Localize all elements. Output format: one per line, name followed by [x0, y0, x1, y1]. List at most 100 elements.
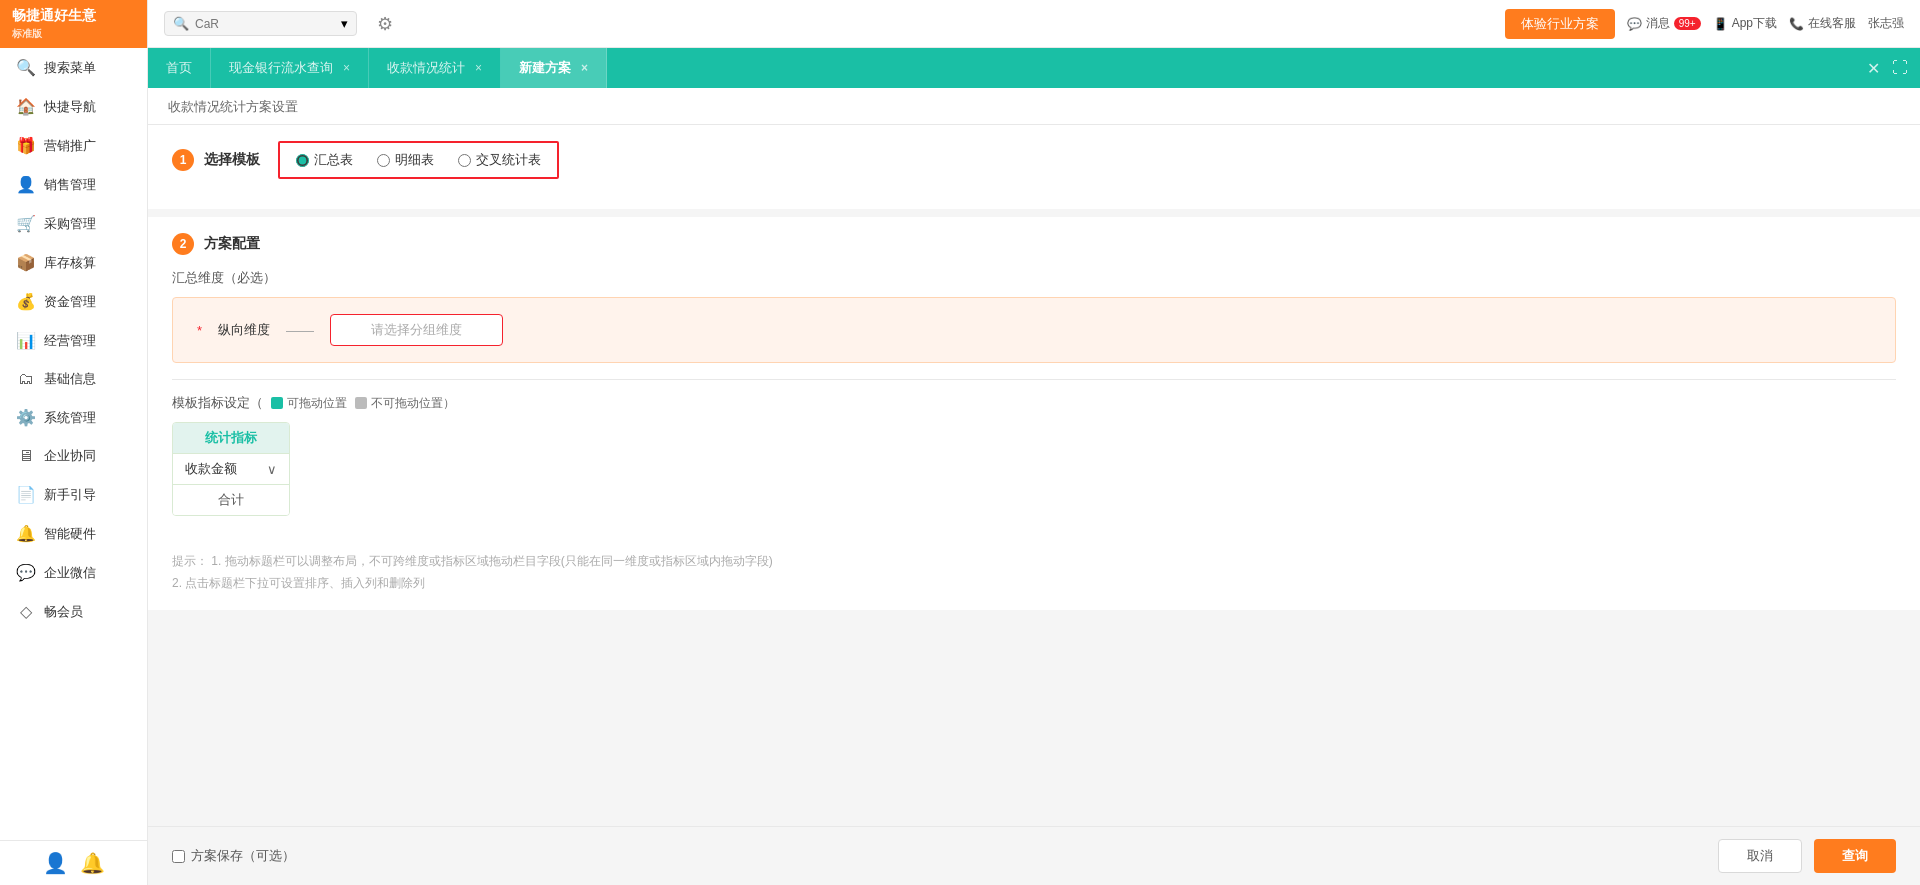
- sidebar-item-marketing[interactable]: 🎁营销推广: [0, 126, 147, 165]
- sidebar-item-operations[interactable]: 📊经营管理: [0, 321, 147, 360]
- user-bottom-icon[interactable]: 👤: [43, 851, 68, 875]
- metrics-dropdown-btn[interactable]: ∨: [267, 462, 277, 477]
- search-icon: 🔍: [16, 58, 36, 77]
- cross-label: 交叉统计表: [476, 151, 541, 169]
- sidebar-item-basic[interactable]: 🗂基础信息: [0, 360, 147, 398]
- metrics-row[interactable]: 收款金额 ∨: [173, 454, 289, 484]
- industry-btn[interactable]: 体验行业方案: [1505, 9, 1615, 39]
- radio-summary[interactable]: [296, 154, 309, 167]
- sidebar-item-quick-nav[interactable]: 🏠快捷导航: [0, 87, 147, 126]
- sidebar-item-purchase[interactable]: 🛒采购管理: [0, 204, 147, 243]
- basic-icon: 🗂: [16, 370, 36, 388]
- fixed-badge: 不可拖动位置）: [355, 395, 455, 412]
- close-window-icon[interactable]: ✕: [1867, 59, 1880, 78]
- message-badge: 99+: [1674, 17, 1701, 30]
- tab-label-home: 首页: [166, 59, 192, 77]
- sidebar-label-marketing: 营销推广: [44, 137, 96, 155]
- tab-close-bank-flow[interactable]: ×: [343, 62, 350, 74]
- sidebar-item-finance[interactable]: 💰 资金管理: [0, 282, 147, 321]
- sidebar-item-wechat[interactable]: 💬 企业微信: [0, 553, 147, 592]
- sidebar-item-member[interactable]: ◇畅会员: [0, 592, 147, 631]
- metrics-total: 合计: [173, 484, 289, 515]
- topbar-search-box[interactable]: 🔍 ▾: [164, 11, 357, 36]
- tab-new-plan[interactable]: 新建方案 ×: [501, 48, 607, 88]
- quick-nav-icon: 🏠: [16, 97, 36, 116]
- inventory-icon: 📦: [16, 253, 36, 272]
- tab-label-collection-stat: 收款情况统计: [387, 59, 465, 77]
- topbar: 🔍 ▾ ⚙ 体验行业方案 💬 消息 99+ 📱 App下载 📞 在线客服 张志强: [148, 0, 1920, 48]
- gear-button[interactable]: ⚙: [373, 13, 397, 35]
- sidebar-item-system[interactable]: ⚙️系统管理: [0, 398, 147, 437]
- expand-window-icon[interactable]: ⛶: [1892, 59, 1908, 77]
- finance-icon: 💰: [16, 292, 36, 311]
- tab-bank-flow[interactable]: 现金银行流水查询×: [211, 48, 369, 88]
- sidebar-item-inventory[interactable]: 📦 库存核算: [0, 243, 147, 282]
- save-label: 方案保存（可选）: [191, 847, 295, 865]
- vertical-dimension-label: 纵向维度: [218, 321, 270, 339]
- fixed-dot: [355, 397, 367, 409]
- movable-label: 可拖动位置: [287, 395, 347, 412]
- online-service-item[interactable]: 📞 在线客服: [1789, 15, 1856, 32]
- metrics-table: 统计指标 收款金额 ∨ 合计: [172, 422, 290, 516]
- tab-collection-stat[interactable]: 收款情况统计 ×: [369, 48, 501, 88]
- step1-title: 选择模板: [204, 151, 260, 169]
- page-footer: 方案保存（可选） 取消 查询: [148, 826, 1920, 885]
- summary-label: 汇总表: [314, 151, 353, 169]
- app-download-item[interactable]: 📱 App下载: [1713, 15, 1777, 32]
- sidebar-item-sales[interactable]: 👤销售管理: [0, 165, 147, 204]
- user-name[interactable]: 张志强: [1868, 15, 1904, 32]
- sidebar-logo-sub: 标准版: [12, 27, 96, 41]
- fixed-label: 不可拖动位置）: [371, 395, 455, 412]
- sidebar-item-guide[interactable]: 📄新手引导: [0, 475, 147, 514]
- page-content: 收款情况统计方案设置 1 选择模板 汇总表 明细表: [148, 88, 1920, 826]
- online-service-label: 在线客服: [1808, 15, 1856, 32]
- radio-detail[interactable]: [377, 154, 390, 167]
- cancel-button[interactable]: 取消: [1718, 839, 1802, 873]
- sidebar-label-sales: 销售管理: [44, 176, 96, 194]
- tab-close-collection-stat[interactable]: ×: [475, 62, 482, 74]
- service-icon: 📞: [1789, 17, 1804, 31]
- tab-close-new-plan[interactable]: ×: [581, 62, 588, 74]
- page-header: 收款情况统计方案设置: [148, 88, 1920, 125]
- template-detail[interactable]: 明细表: [377, 151, 434, 169]
- sidebar-bottom: 👤 🔔: [0, 840, 147, 885]
- search-input[interactable]: [195, 17, 335, 31]
- save-checkbox[interactable]: [172, 850, 185, 863]
- tab-label-new-plan: 新建方案: [519, 59, 571, 77]
- save-checkbox-label[interactable]: 方案保存（可选）: [172, 847, 295, 865]
- sidebar-label-search: 搜索菜单: [44, 59, 96, 77]
- movable-dot: [271, 397, 283, 409]
- wechat-icon: 💬: [16, 563, 36, 582]
- guide-icon: 📄: [16, 485, 36, 504]
- radio-cross[interactable]: [458, 154, 471, 167]
- dimension-label: 汇总维度（必选）: [172, 269, 1896, 287]
- metrics-label: 模板指标设定（: [172, 394, 263, 412]
- sidebar-label-finance: 资金管理: [44, 293, 96, 311]
- query-button[interactable]: 查询: [1814, 839, 1896, 873]
- template-cross[interactable]: 交叉统计表: [458, 151, 541, 169]
- system-icon: ⚙️: [16, 408, 36, 427]
- sidebar-item-search[interactable]: 🔍 搜索菜单: [0, 48, 147, 87]
- message-item[interactable]: 💬 消息 99+: [1627, 15, 1701, 32]
- sidebar-label-operations: 经营管理: [44, 332, 96, 350]
- hint-text: 2. 点击标题栏下拉可设置排序、插入列和删除列: [172, 573, 1896, 595]
- sidebar-item-collab[interactable]: 🖥企业协同: [0, 437, 147, 475]
- message-label: 消息: [1646, 15, 1670, 32]
- message-icon: 💬: [1627, 17, 1642, 31]
- sidebar-label-inventory: 库存核算: [44, 254, 96, 272]
- topbar-actions: 体验行业方案 💬 消息 99+ 📱 App下载 📞 在线客服 张志强: [1505, 9, 1904, 39]
- dimension-selector[interactable]: 请选择分组维度: [330, 314, 503, 346]
- sidebar-label-wechat: 企业微信: [44, 564, 96, 582]
- collab-icon: 🖥: [16, 447, 36, 465]
- template-summary[interactable]: 汇总表: [296, 151, 353, 169]
- sidebar-item-hardware[interactable]: 🔔智能硬件: [0, 514, 147, 553]
- sidebar-logo: 畅捷通好生意 标准版: [0, 0, 147, 48]
- movable-badge: 可拖动位置: [271, 395, 347, 412]
- hint-text: 提示： 1. 拖动标题栏可以调整布局，不可跨维度或指标区域拖动栏目字段(只能在同…: [172, 551, 1896, 573]
- template-options: 汇总表 明细表 交叉统计表: [278, 141, 559, 179]
- metrics-settings: 模板指标设定（ 可拖动位置 不可拖动位置） 统计指标 收款金额 ∨: [172, 379, 1896, 519]
- tabbar-right: ✕ ⛶: [1855, 48, 1920, 88]
- search-icon: 🔍: [173, 16, 189, 31]
- tab-home[interactable]: 首页: [148, 48, 211, 88]
- bell-bottom-icon[interactable]: 🔔: [80, 851, 105, 875]
